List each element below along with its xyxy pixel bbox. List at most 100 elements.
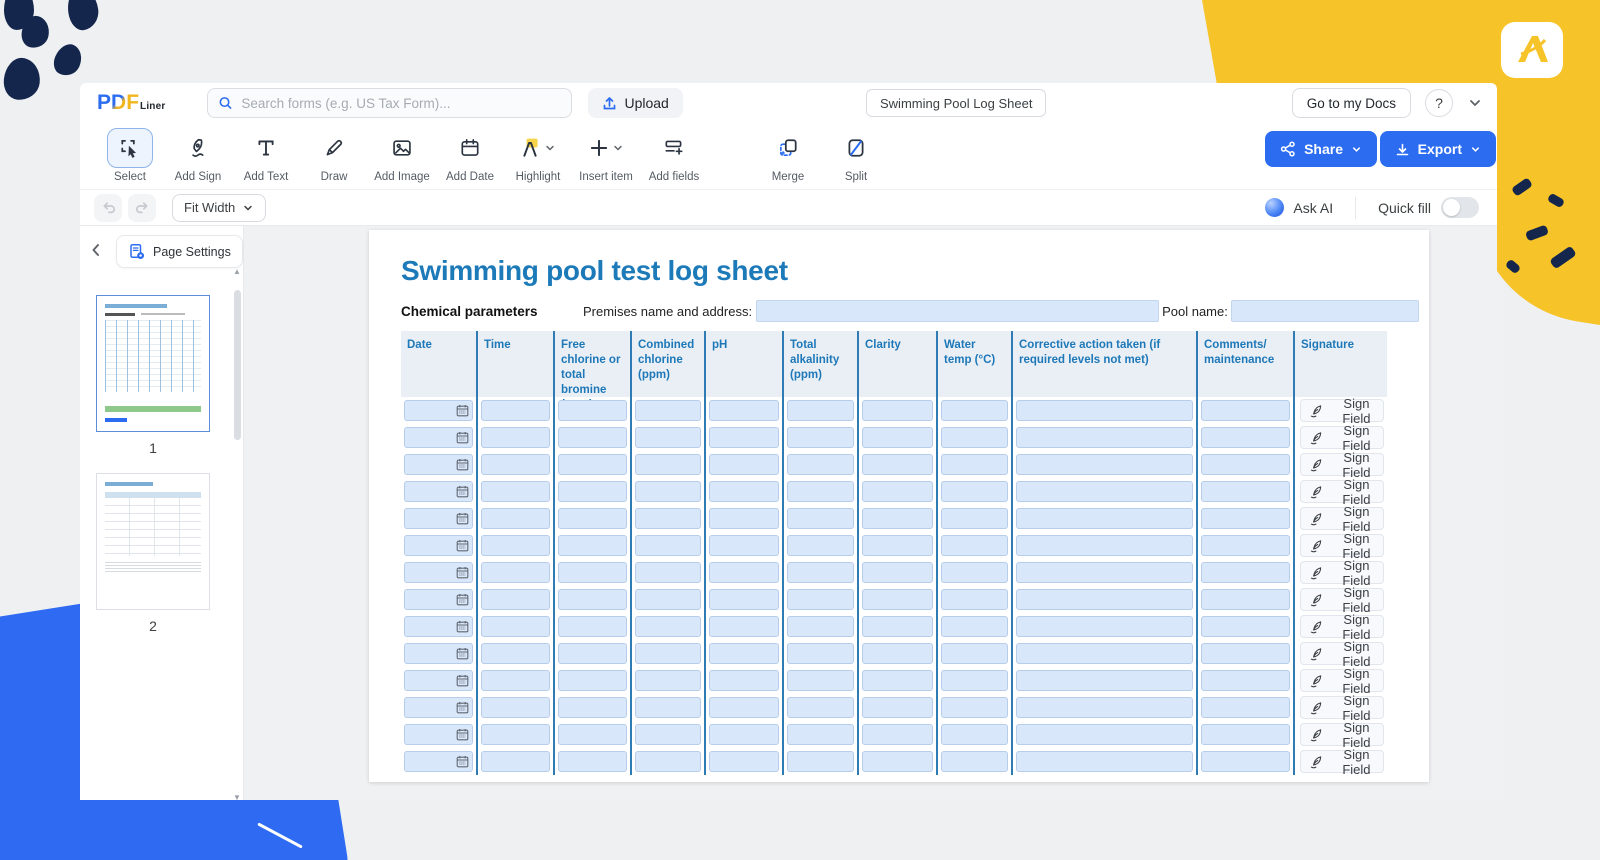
- tool-add-fields[interactable]: Add fields: [642, 128, 706, 183]
- time-input[interactable]: [481, 643, 550, 664]
- free-chlorine-input[interactable]: [558, 481, 627, 502]
- water-temp-input[interactable]: [941, 400, 1008, 421]
- tool-merge[interactable]: Merge: [756, 128, 820, 183]
- total-alkalinity-input[interactable]: [787, 535, 854, 556]
- time-input[interactable]: [481, 427, 550, 448]
- comments-input[interactable]: [1201, 427, 1290, 448]
- corrective-action-input[interactable]: [1016, 751, 1193, 772]
- ph-input[interactable]: [709, 589, 779, 610]
- total-alkalinity-input[interactable]: [787, 670, 854, 691]
- ph-input[interactable]: [709, 697, 779, 718]
- ph-input[interactable]: [709, 562, 779, 583]
- free-chlorine-input[interactable]: [558, 454, 627, 475]
- tool-highlight[interactable]: Highlight: [506, 128, 570, 183]
- document-title-field[interactable]: Swimming Pool Log Sheet: [866, 89, 1046, 117]
- ph-input[interactable]: [709, 751, 779, 772]
- calendar-icon[interactable]: [456, 647, 469, 660]
- date-input[interactable]: [404, 508, 473, 529]
- premises-input[interactable]: [756, 300, 1159, 322]
- sign-field-button[interactable]: Sign Field: [1300, 399, 1384, 422]
- tool-select[interactable]: Select: [98, 128, 162, 183]
- sign-field-button[interactable]: Sign Field: [1300, 507, 1384, 530]
- date-input[interactable]: [404, 589, 473, 610]
- clarity-input[interactable]: [862, 508, 933, 529]
- comments-input[interactable]: [1201, 670, 1290, 691]
- calendar-icon[interactable]: [456, 755, 469, 768]
- water-temp-input[interactable]: [941, 751, 1008, 772]
- date-input[interactable]: [404, 643, 473, 664]
- sign-field-button[interactable]: Sign Field: [1300, 642, 1384, 665]
- water-temp-input[interactable]: [941, 535, 1008, 556]
- corrective-action-input[interactable]: [1016, 562, 1193, 583]
- clarity-input[interactable]: [862, 427, 933, 448]
- total-alkalinity-input[interactable]: [787, 427, 854, 448]
- time-input[interactable]: [481, 616, 550, 637]
- time-input[interactable]: [481, 751, 550, 772]
- sidebar-scrollbar[interactable]: [234, 290, 241, 440]
- total-alkalinity-input[interactable]: [787, 454, 854, 475]
- water-temp-input[interactable]: [941, 670, 1008, 691]
- comments-input[interactable]: [1201, 751, 1290, 772]
- corrective-action-input[interactable]: [1016, 400, 1193, 421]
- combined-chlorine-input[interactable]: [635, 643, 701, 664]
- combined-chlorine-input[interactable]: [635, 616, 701, 637]
- export-button[interactable]: Export: [1380, 131, 1496, 167]
- sign-field-button[interactable]: Sign Field: [1300, 615, 1384, 638]
- date-input[interactable]: [404, 751, 473, 772]
- free-chlorine-input[interactable]: [558, 508, 627, 529]
- sign-field-button[interactable]: Sign Field: [1300, 426, 1384, 449]
- total-alkalinity-input[interactable]: [787, 562, 854, 583]
- go-to-my-docs-button[interactable]: Go to my Docs: [1292, 88, 1411, 118]
- tool-add-image[interactable]: Add Image: [370, 128, 434, 183]
- free-chlorine-input[interactable]: [558, 535, 627, 556]
- total-alkalinity-input[interactable]: [787, 697, 854, 718]
- sign-field-button[interactable]: Sign Field: [1300, 534, 1384, 557]
- redo-button[interactable]: [128, 194, 156, 222]
- combined-chlorine-input[interactable]: [635, 697, 701, 718]
- clarity-input[interactable]: [862, 535, 933, 556]
- combined-chlorine-input[interactable]: [635, 670, 701, 691]
- total-alkalinity-input[interactable]: [787, 508, 854, 529]
- combined-chlorine-input[interactable]: [635, 724, 701, 745]
- calendar-icon[interactable]: [456, 566, 469, 579]
- ask-ai-button[interactable]: Ask AI: [1265, 198, 1333, 217]
- account-menu-chevron[interactable]: [1467, 95, 1483, 111]
- water-temp-input[interactable]: [941, 589, 1008, 610]
- collapse-sidebar-button[interactable]: [88, 242, 104, 261]
- water-temp-input[interactable]: [941, 643, 1008, 664]
- clarity-input[interactable]: [862, 751, 933, 772]
- clarity-input[interactable]: [862, 400, 933, 421]
- date-input[interactable]: [404, 481, 473, 502]
- corrective-action-input[interactable]: [1016, 724, 1193, 745]
- free-chlorine-input[interactable]: [558, 616, 627, 637]
- upload-button[interactable]: Upload: [588, 88, 682, 118]
- comments-input[interactable]: [1201, 724, 1290, 745]
- clarity-input[interactable]: [862, 670, 933, 691]
- corrective-action-input[interactable]: [1016, 535, 1193, 556]
- water-temp-input[interactable]: [941, 724, 1008, 745]
- calendar-icon[interactable]: [456, 458, 469, 471]
- time-input[interactable]: [481, 589, 550, 610]
- sign-field-button[interactable]: Sign Field: [1300, 561, 1384, 584]
- total-alkalinity-input[interactable]: [787, 643, 854, 664]
- total-alkalinity-input[interactable]: [787, 481, 854, 502]
- clarity-input[interactable]: [862, 454, 933, 475]
- comments-input[interactable]: [1201, 535, 1290, 556]
- clarity-input[interactable]: [862, 589, 933, 610]
- corrective-action-input[interactable]: [1016, 589, 1193, 610]
- page-thumbnail-1[interactable]: [96, 295, 210, 432]
- sign-field-button[interactable]: Sign Field: [1300, 750, 1384, 773]
- ph-input[interactable]: [709, 508, 779, 529]
- page-thumbnail-2[interactable]: [96, 473, 210, 610]
- sign-field-button[interactable]: Sign Field: [1300, 480, 1384, 503]
- clarity-input[interactable]: [862, 481, 933, 502]
- scroll-up-caret[interactable]: ▲: [233, 268, 241, 276]
- free-chlorine-input[interactable]: [558, 670, 627, 691]
- sign-field-button[interactable]: Sign Field: [1300, 669, 1384, 692]
- tool-add-text[interactable]: Add Text: [234, 128, 298, 183]
- clarity-input[interactable]: [862, 724, 933, 745]
- comments-input[interactable]: [1201, 643, 1290, 664]
- date-input[interactable]: [404, 670, 473, 691]
- total-alkalinity-input[interactable]: [787, 589, 854, 610]
- comments-input[interactable]: [1201, 400, 1290, 421]
